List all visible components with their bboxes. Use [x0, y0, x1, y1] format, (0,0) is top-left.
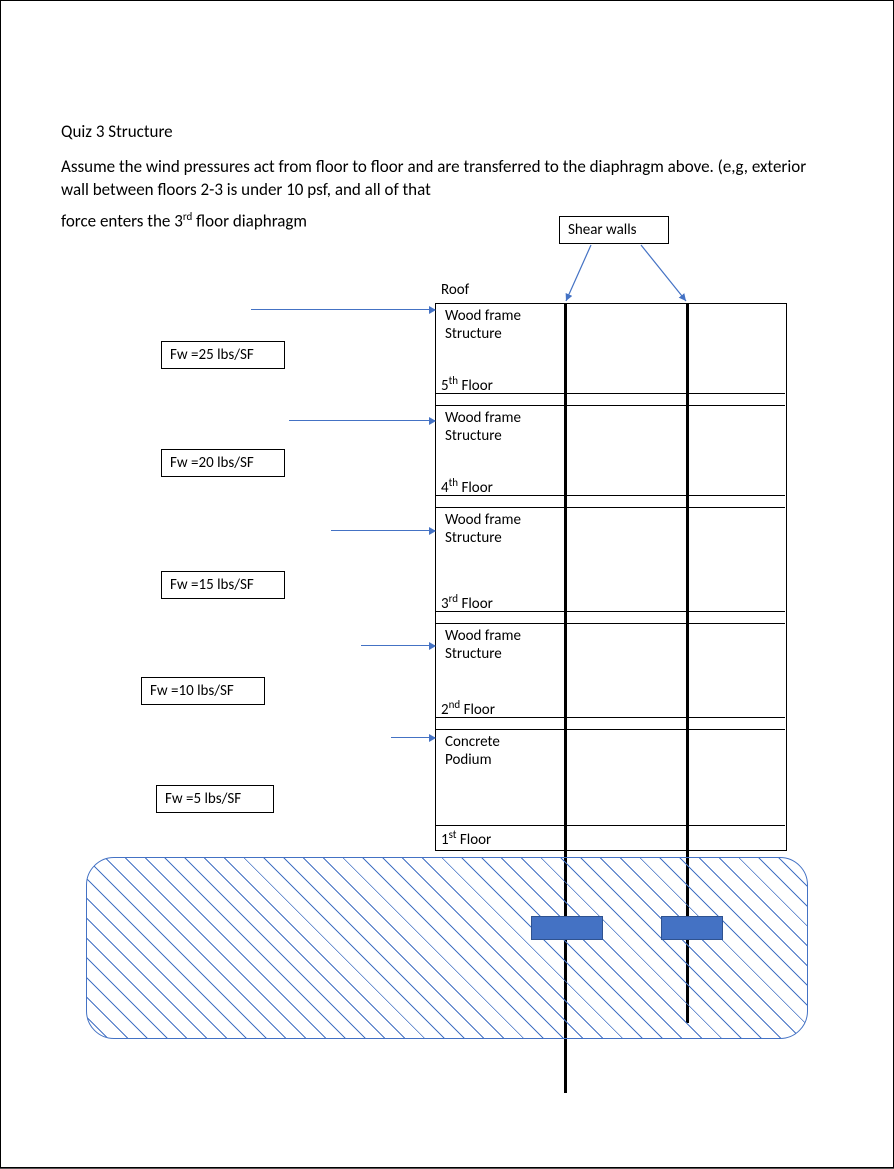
foundation-hatch	[86, 857, 808, 1039]
label-2nd: 2nd Floor	[441, 698, 495, 719]
label-3rd: 3rd Floor	[441, 592, 493, 613]
paragraph-1: Assume the wind pressures act from floor…	[61, 156, 833, 202]
p2-sup: rd	[183, 210, 192, 223]
f2-post: Floor	[460, 701, 495, 719]
podium-l2: Podium	[445, 751, 492, 769]
force-box-15: Fw =15 lbs/SF	[161, 571, 285, 599]
floor-slab-5	[435, 405, 785, 406]
label-1st: 1st Floor	[441, 828, 491, 849]
f2-pre: 2	[441, 701, 449, 719]
quiz-title: Quiz 3 Structure	[61, 121, 833, 142]
force-box-10: Fw =10 lbs/SF	[141, 677, 265, 705]
wood-l1: Wood frame	[445, 627, 521, 645]
story-4-3: Wood frame Structure	[445, 511, 521, 547]
f3-sup: rd	[449, 592, 458, 605]
arrow-3-icon	[361, 645, 435, 646]
label-roof: Roof	[441, 281, 469, 299]
f2-sup: nd	[449, 698, 461, 711]
shear-walls-label-box: Shear walls	[559, 216, 669, 244]
arrow-4-icon	[331, 530, 435, 531]
podium-l1: Concrete	[445, 733, 500, 751]
label-5th: 5th Floor	[441, 374, 493, 395]
force-25-label: Fw =25 lbs/SF	[170, 346, 254, 364]
wood-l2: Structure	[445, 427, 502, 445]
f5-pre: 5	[441, 377, 449, 395]
wood-l1: Wood frame	[445, 307, 521, 325]
force-box-25: Fw =25 lbs/SF	[161, 341, 285, 369]
story-5-4: Wood frame Structure	[445, 409, 521, 445]
document-page: Quiz 3 Structure Assume the wind pressur…	[0, 0, 894, 1168]
footing-left	[531, 916, 603, 940]
floor-slab-4	[435, 507, 785, 508]
arrow-5-icon	[289, 420, 435, 421]
wood-l2: Structure	[445, 325, 502, 343]
f3-post: Floor	[458, 595, 493, 613]
label-4th: 4th Floor	[441, 476, 493, 497]
f1-post: Floor	[456, 831, 491, 849]
arrow-roof-icon	[251, 309, 435, 310]
arrow-2-icon	[391, 737, 435, 738]
f5-post: Floor	[458, 377, 493, 395]
story-3-2: Wood frame Structure	[445, 627, 521, 663]
text-block: Quiz 3 Structure Assume the wind pressur…	[61, 121, 833, 241]
p2-pre: force enters the 3	[61, 211, 183, 232]
paragraph-2: force enters the 3rd floor diaphragm	[61, 210, 833, 234]
story-2-1: Concrete Podium	[445, 733, 500, 769]
force-10-label: Fw =10 lbs/SF	[150, 682, 234, 700]
story-roof-5: Wood frame Structure	[445, 307, 521, 343]
p2-post: floor diaphragm	[192, 211, 307, 232]
f3-pre: 3	[441, 595, 449, 613]
force-20-label: Fw =20 lbs/SF	[170, 454, 254, 472]
floor-slab-2	[435, 729, 785, 730]
f5-sup: th	[449, 374, 458, 387]
f4-post: Floor	[458, 479, 493, 497]
force-box-20: Fw =20 lbs/SF	[161, 449, 285, 477]
wood-l2: Structure	[445, 529, 502, 547]
f4-sup: th	[449, 476, 458, 489]
force-5-label: Fw =5 lbs/SF	[165, 790, 241, 808]
floor-line-1	[435, 825, 785, 826]
wood-l2: Structure	[445, 645, 502, 663]
force-15-label: Fw =15 lbs/SF	[170, 576, 254, 594]
floor-slab-3	[435, 623, 785, 624]
f4-pre: 4	[441, 479, 449, 497]
f1-pre: 1	[441, 831, 449, 849]
force-box-5: Fw =5 lbs/SF	[156, 785, 274, 813]
shear-walls-label: Shear walls	[568, 221, 637, 239]
footing-right	[661, 916, 723, 940]
wood-l1: Wood frame	[445, 409, 521, 427]
wood-l1: Wood frame	[445, 511, 521, 529]
